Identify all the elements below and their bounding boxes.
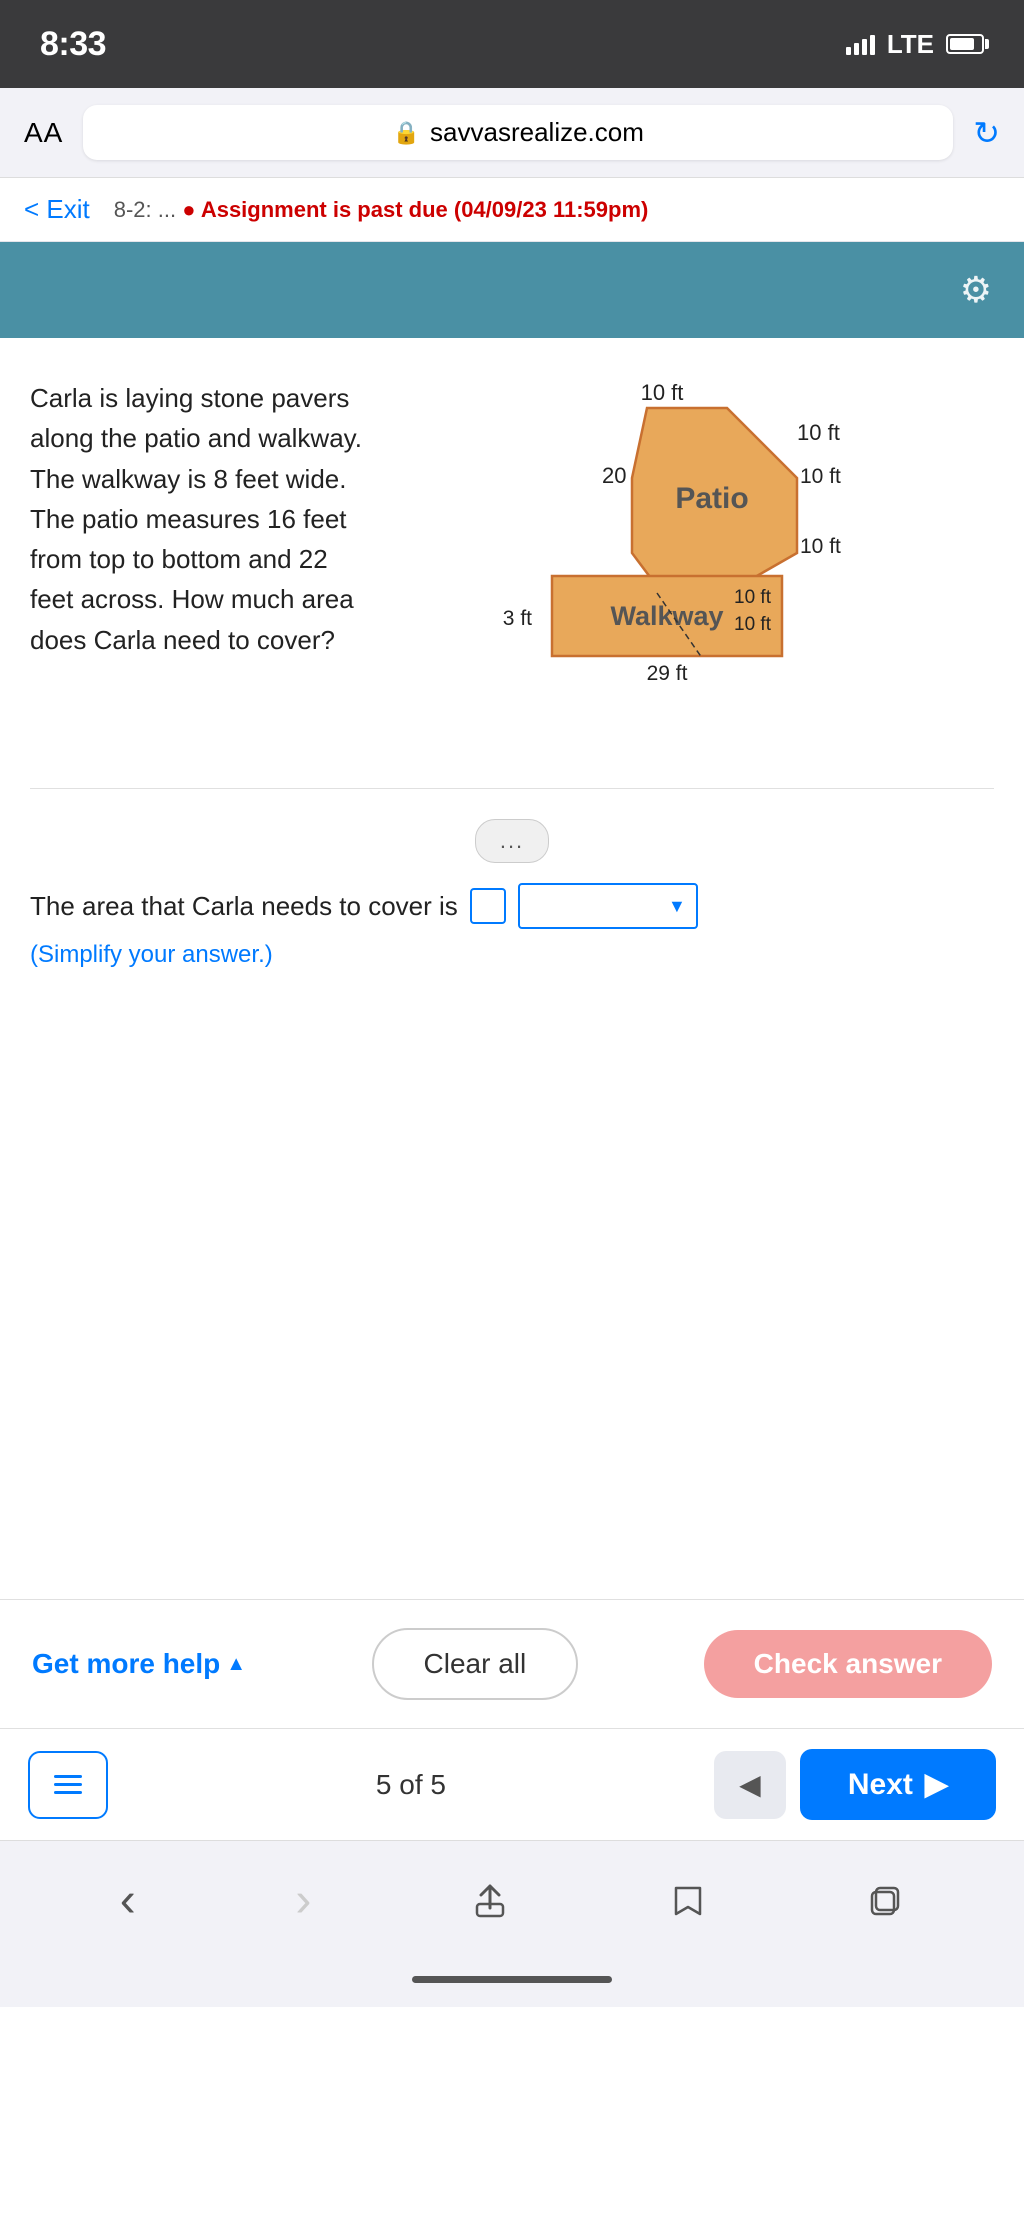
clear-all-button[interactable]: Clear all — [372, 1628, 579, 1700]
browser-bar: AA 🔒 savvasrealize.com ↻ — [0, 88, 1024, 178]
signal-icon — [846, 33, 875, 55]
header-bar: ⚙ — [0, 242, 1024, 338]
svg-text:Patio: Patio — [675, 482, 748, 515]
gear-icon[interactable]: ⚙ — [960, 269, 992, 311]
url-text: savvasrealize.com — [430, 117, 644, 148]
assignment-info: 8-2: ... ● Assignment is past due (04/09… — [114, 197, 1000, 223]
share-button[interactable] — [471, 1882, 509, 1920]
list-view-button[interactable] — [28, 1751, 108, 1819]
back-button[interactable]: ‹ — [120, 1873, 136, 1928]
nav-bar: < Exit 8-2: ... ● Assignment is past due… — [0, 178, 1024, 242]
dropdown-arrow-icon: ▼ — [668, 896, 686, 917]
answer-dropdown[interactable]: ▼ — [518, 883, 698, 929]
get-more-help-button[interactable]: Get more help ▲ — [32, 1648, 246, 1680]
assignment-breadcrumb: 8-2: ... — [114, 197, 176, 222]
svg-text:10 ft: 10 ft — [797, 420, 840, 445]
problem-text: Carla is laying stone pavers along the p… — [30, 378, 370, 660]
browser-nav: ‹ › — [0, 1840, 1024, 1960]
action-bar: Get more help ▲ Clear all Check answer — [0, 1599, 1024, 1728]
check-answer-button[interactable]: Check answer — [704, 1630, 992, 1698]
answer-checkbox[interactable] — [470, 888, 506, 924]
refresh-icon[interactable]: ↻ — [973, 114, 1000, 152]
url-bar[interactable]: 🔒 savvasrealize.com — [83, 105, 953, 160]
page-nav-group: ◀ Next ▶ — [714, 1749, 996, 1820]
aa-button[interactable]: AA — [24, 117, 63, 149]
main-content: Carla is laying stone pavers along the p… — [0, 338, 1024, 1599]
expand-button[interactable]: ... — [475, 819, 549, 863]
exit-button[interactable]: < Exit — [24, 194, 90, 225]
prev-button[interactable]: ◀ — [714, 1751, 786, 1819]
svg-text:10 ft: 10 ft — [641, 380, 684, 405]
expand-row: ... — [30, 819, 994, 863]
lte-label: LTE — [887, 29, 934, 60]
bookmarks-button[interactable] — [669, 1882, 707, 1920]
home-bar — [412, 1976, 612, 1983]
page-info: 5 of 5 — [376, 1769, 446, 1801]
battery-icon — [946, 34, 984, 54]
status-right: LTE — [846, 29, 984, 60]
forward-button[interactable]: › — [295, 1873, 311, 1928]
next-button[interactable]: Next ▶ — [800, 1749, 996, 1820]
status-time: 8:33 — [40, 25, 106, 64]
status-bar: 8:33 LTE — [0, 0, 1024, 88]
answer-prefix: The area that Carla needs to cover is — [30, 891, 458, 922]
svg-text:10 ft: 10 ft — [800, 535, 841, 558]
problem-section: Carla is laying stone pavers along the p… — [30, 378, 994, 758]
content-spacer — [30, 969, 994, 1569]
svg-text:Walkway: Walkway — [610, 601, 723, 631]
svg-text:23 ft: 23 ft — [502, 607, 532, 630]
chevron-up-icon: ▲ — [226, 1653, 246, 1676]
next-arrow-icon: ▶ — [925, 1767, 948, 1802]
home-indicator — [0, 1960, 1024, 2007]
next-label: Next — [848, 1768, 913, 1802]
get-more-help-label: Get more help — [32, 1648, 220, 1680]
answer-section: The area that Carla needs to cover is ▼ … — [30, 883, 994, 969]
list-icon — [50, 1767, 86, 1803]
simplify-hint: (Simplify your answer.) — [30, 941, 994, 969]
diagram-area: 10 ft 10 ft 20 ft Patio 10 ft 10 ft Wa — [390, 378, 994, 758]
svg-text:10 ft: 10 ft — [800, 465, 841, 488]
svg-text:10 ft: 10 ft — [734, 587, 772, 608]
svg-text:29 ft: 29 ft — [647, 662, 688, 685]
lock-icon: 🔒 — [393, 120, 420, 146]
tabs-button[interactable] — [866, 1882, 904, 1920]
past-due-text: ● Assignment is past due (04/09/23 11:59… — [182, 197, 648, 222]
svg-text:10 ft: 10 ft — [734, 614, 772, 635]
diagram-svg: 10 ft 10 ft 20 ft Patio 10 ft 10 ft Wa — [390, 378, 994, 738]
pagination-bar: 5 of 5 ◀ Next ▶ — [0, 1728, 1024, 1840]
answer-row: The area that Carla needs to cover is ▼ — [30, 883, 994, 929]
divider — [30, 788, 994, 789]
